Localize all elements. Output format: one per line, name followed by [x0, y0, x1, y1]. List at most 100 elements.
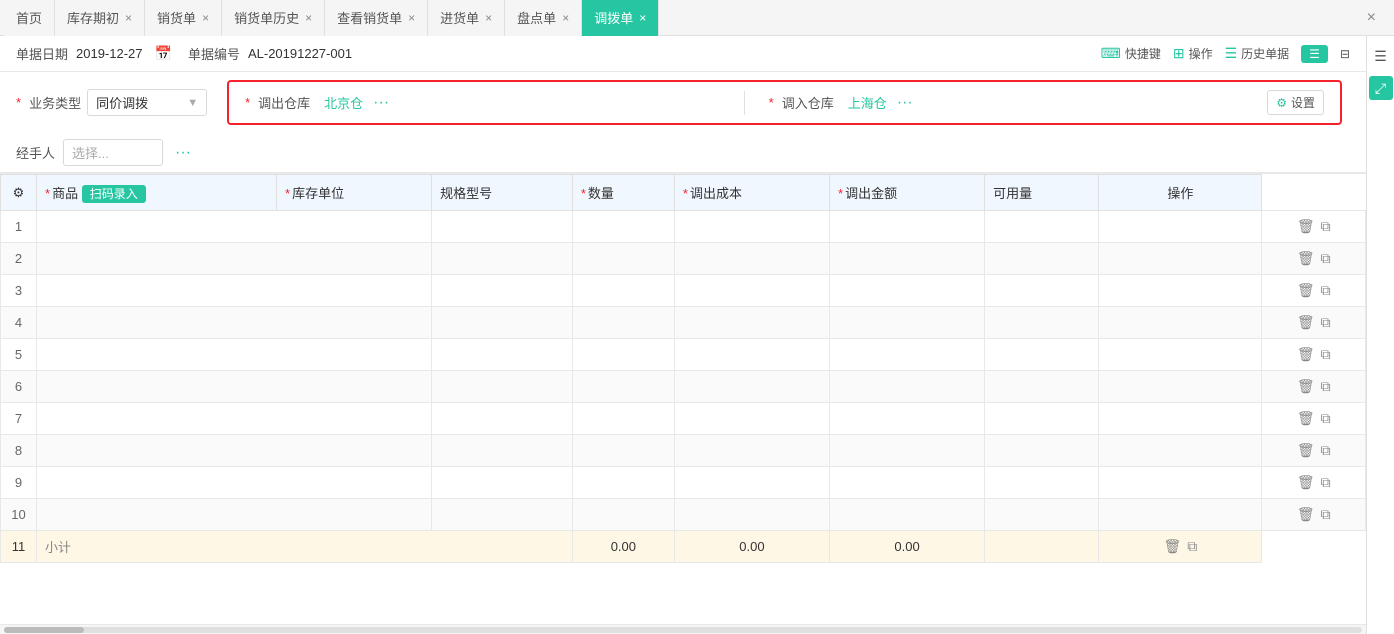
- amount-cell-5[interactable]: [985, 339, 1099, 371]
- operations-button[interactable]: ⊞ 操作: [1173, 45, 1213, 62]
- settings-button[interactable]: ⚙ 设置: [1267, 90, 1324, 115]
- spec-cell-8[interactable]: [572, 435, 674, 467]
- copy-icon-10[interactable]: ⧉: [1321, 506, 1331, 523]
- unit-cell-8[interactable]: [432, 435, 573, 467]
- qty-cell-5[interactable]: [674, 339, 829, 371]
- transfer-in-more[interactable]: ···: [897, 94, 913, 112]
- unit-cell-1[interactable]: [432, 211, 573, 243]
- amount-cell-3[interactable]: [985, 275, 1099, 307]
- product-cell-6[interactable]: [37, 371, 432, 403]
- qty-cell-4[interactable]: [674, 307, 829, 339]
- layout-btn1[interactable]: ☰: [1301, 45, 1328, 63]
- delete-icon-6[interactable]: 🗑: [1297, 378, 1315, 395]
- tab-sales-order-close[interactable]: ×: [202, 11, 209, 25]
- copy-icon-11[interactable]: ⧉: [1187, 538, 1197, 555]
- unit-cell-10[interactable]: [432, 499, 573, 531]
- sidebar-list-icon[interactable]: ☰: [1369, 44, 1393, 68]
- amount-cell-10[interactable]: [985, 499, 1099, 531]
- spec-cell-1[interactable]: [572, 211, 674, 243]
- tab-view-sales[interactable]: 查看销货单 ×: [325, 0, 428, 36]
- spec-cell-9[interactable]: [572, 467, 674, 499]
- cost-cell-7[interactable]: [830, 403, 985, 435]
- product-cell-9[interactable]: [37, 467, 432, 499]
- product-cell-10[interactable]: [37, 499, 432, 531]
- qty-cell-7[interactable]: [674, 403, 829, 435]
- calendar-icon[interactable]: 📅: [155, 45, 172, 62]
- tab-inventory-init-close[interactable]: ×: [125, 11, 132, 25]
- product-cell-5[interactable]: [37, 339, 432, 371]
- tab-transfer-close[interactable]: ×: [639, 11, 646, 25]
- tab-inventory-check[interactable]: 盘点单 ×: [505, 0, 582, 36]
- copy-icon-3[interactable]: ⧉: [1321, 282, 1331, 299]
- product-cell-8[interactable]: [37, 435, 432, 467]
- cost-cell-5[interactable]: [830, 339, 985, 371]
- tab-sales-history[interactable]: 销货单历史 ×: [222, 0, 325, 36]
- transfer-out-more[interactable]: ···: [373, 94, 389, 112]
- cost-cell-9[interactable]: [830, 467, 985, 499]
- scan-button[interactable]: 扫码录入: [82, 185, 146, 203]
- qty-cell-6[interactable]: [674, 371, 829, 403]
- unit-cell-2[interactable]: [432, 243, 573, 275]
- amount-cell-2[interactable]: [985, 243, 1099, 275]
- copy-icon-2[interactable]: ⧉: [1321, 250, 1331, 267]
- copy-icon-6[interactable]: ⧉: [1321, 378, 1331, 395]
- product-cell-2[interactable]: [37, 243, 432, 275]
- qty-cell-8[interactable]: [674, 435, 829, 467]
- amount-cell-4[interactable]: [985, 307, 1099, 339]
- amount-cell-9[interactable]: [985, 467, 1099, 499]
- cost-cell-10[interactable]: [830, 499, 985, 531]
- spec-cell-2[interactable]: [572, 243, 674, 275]
- spec-cell-5[interactable]: [572, 339, 674, 371]
- qty-cell-9[interactable]: [674, 467, 829, 499]
- cost-cell-8[interactable]: [830, 435, 985, 467]
- cost-cell-6[interactable]: [830, 371, 985, 403]
- horizontal-scrollbar[interactable]: [4, 627, 1362, 633]
- qty-cell-2[interactable]: [674, 243, 829, 275]
- tab-inventory-check-close[interactable]: ×: [562, 11, 569, 25]
- qty-cell-10[interactable]: [674, 499, 829, 531]
- delete-icon-8[interactable]: 🗑: [1297, 442, 1315, 459]
- cost-cell-2[interactable]: [830, 243, 985, 275]
- tab-sales-order[interactable]: 销货单 ×: [145, 0, 222, 36]
- amount-cell-8[interactable]: [985, 435, 1099, 467]
- unit-cell-3[interactable]: [432, 275, 573, 307]
- spec-cell-4[interactable]: [572, 307, 674, 339]
- cost-cell-4[interactable]: [830, 307, 985, 339]
- scroll-bar-wrap[interactable]: [0, 624, 1366, 634]
- amount-cell-1[interactable]: [985, 211, 1099, 243]
- sidebar-expand-icon[interactable]: ⤢: [1369, 76, 1393, 100]
- spec-cell-6[interactable]: [572, 371, 674, 403]
- product-cell-3[interactable]: [37, 275, 432, 307]
- handler-select[interactable]: 选择...: [63, 139, 163, 166]
- copy-icon-9[interactable]: ⧉: [1321, 474, 1331, 491]
- unit-cell-9[interactable]: [432, 467, 573, 499]
- delete-icon-2[interactable]: 🗑: [1297, 250, 1315, 267]
- business-type-select[interactable]: 同价调拨 ▼: [87, 89, 207, 116]
- copy-icon-8[interactable]: ⧉: [1321, 442, 1331, 459]
- tab-view-sales-close[interactable]: ×: [408, 11, 415, 25]
- tab-inventory-init[interactable]: 库存期初 ×: [55, 0, 145, 36]
- tab-home[interactable]: 首页: [4, 0, 55, 36]
- unit-cell-7[interactable]: [432, 403, 573, 435]
- amount-cell-7[interactable]: [985, 403, 1099, 435]
- tab-purchase[interactable]: 进货单 ×: [428, 0, 505, 36]
- copy-icon-5[interactable]: ⧉: [1321, 346, 1331, 363]
- spec-cell-3[interactable]: [572, 275, 674, 307]
- delete-icon-5[interactable]: 🗑: [1297, 346, 1315, 363]
- scroll-thumb[interactable]: [4, 627, 84, 633]
- delete-icon-9[interactable]: 🗑: [1297, 474, 1315, 491]
- window-close-button[interactable]: ×: [1359, 9, 1384, 27]
- product-cell-1[interactable]: [37, 211, 432, 243]
- copy-icon-4[interactable]: ⧉: [1321, 314, 1331, 331]
- tab-purchase-close[interactable]: ×: [485, 11, 492, 25]
- handler-more[interactable]: ···: [175, 144, 191, 162]
- layout-btn2[interactable]: ⊟: [1340, 47, 1350, 61]
- delete-icon-10[interactable]: 🗑: [1297, 506, 1315, 523]
- unit-cell-6[interactable]: [432, 371, 573, 403]
- tab-transfer[interactable]: 调拨单 ×: [582, 0, 659, 36]
- spec-cell-10[interactable]: [572, 499, 674, 531]
- delete-icon-7[interactable]: 🗑: [1297, 410, 1315, 427]
- delete-icon-4[interactable]: 🗑: [1297, 314, 1315, 331]
- qty-cell-1[interactable]: [674, 211, 829, 243]
- tab-sales-history-close[interactable]: ×: [305, 11, 312, 25]
